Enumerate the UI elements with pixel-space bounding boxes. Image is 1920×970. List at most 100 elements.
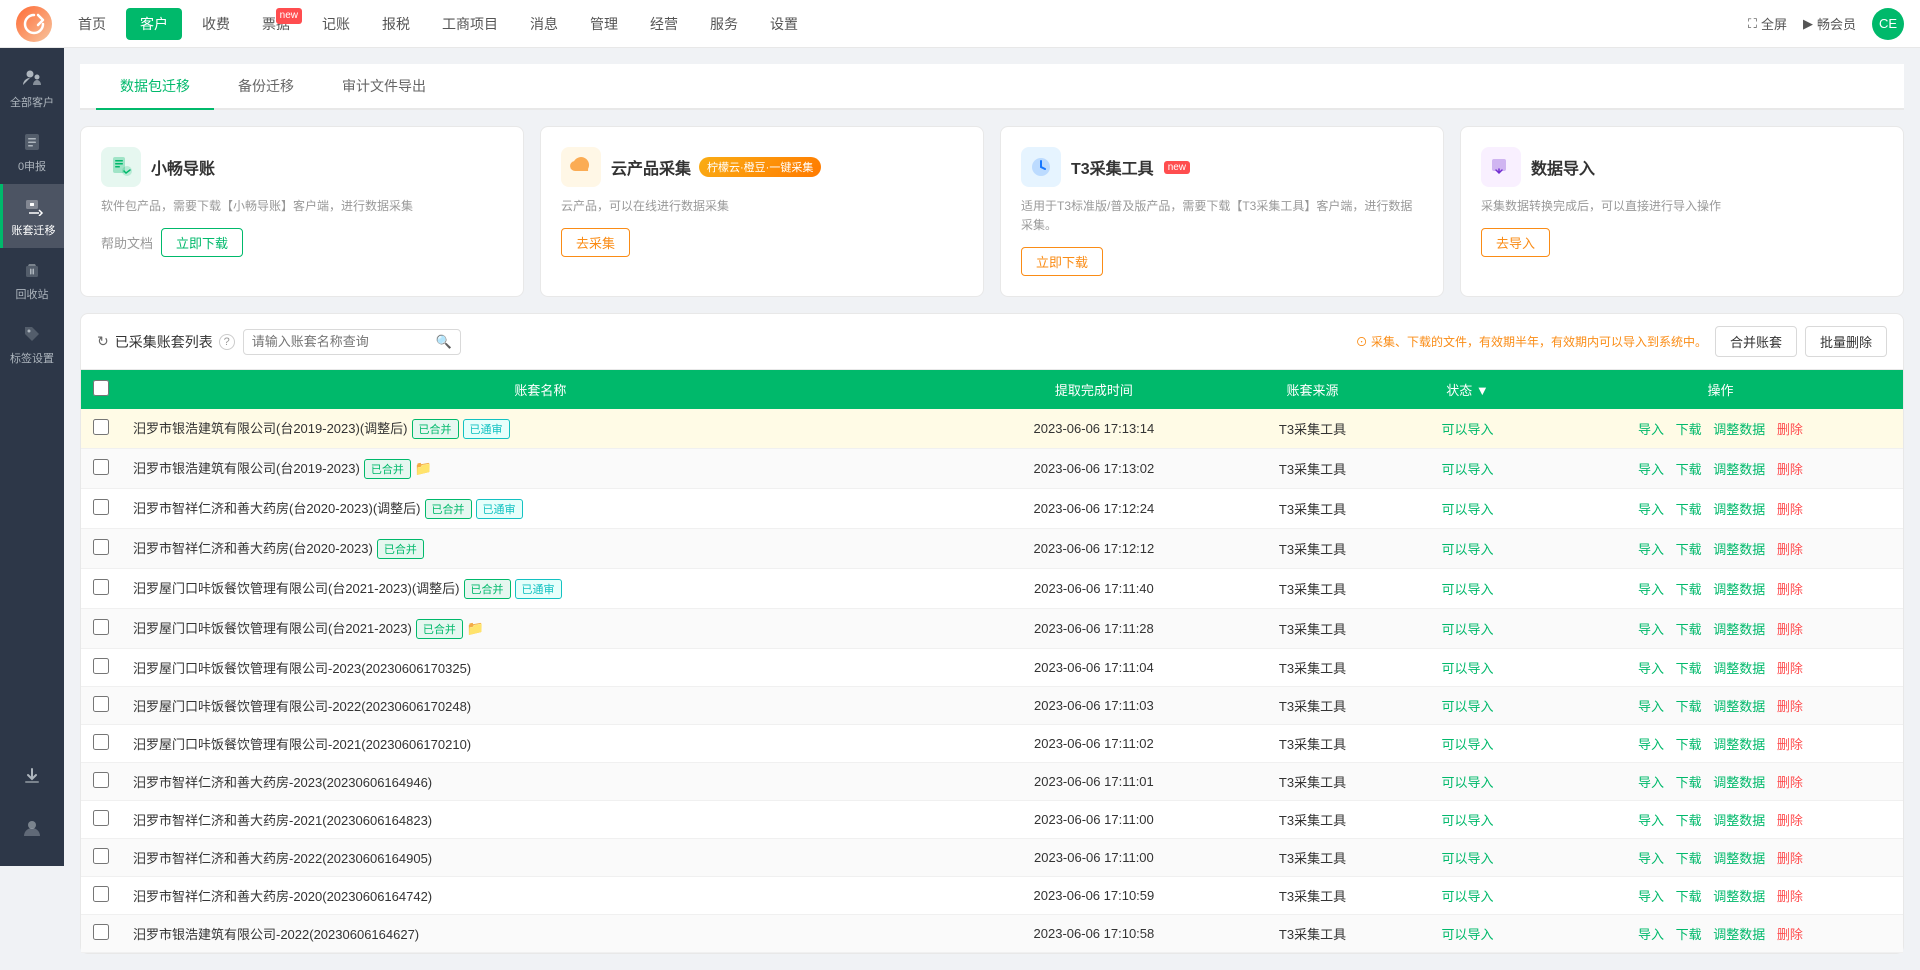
delete-link[interactable]: 删除 <box>1777 699 1803 714</box>
download-link[interactable]: 下载 <box>1676 737 1702 752</box>
download-link[interactable]: 下载 <box>1676 622 1702 637</box>
delete-link[interactable]: 删除 <box>1777 737 1803 752</box>
import-link[interactable]: 导入 <box>1638 699 1664 714</box>
adjust-data-link[interactable]: 调整数据 <box>1713 737 1765 752</box>
download-link[interactable]: 下载 <box>1676 542 1702 557</box>
nav-message[interactable]: 消息 <box>516 0 572 48</box>
delete-link[interactable]: 删除 <box>1777 851 1803 866</box>
delete-link[interactable]: 删除 <box>1777 542 1803 557</box>
select-all-checkbox[interactable] <box>93 380 109 396</box>
download-link[interactable]: 下载 <box>1676 699 1702 714</box>
import-link[interactable]: 导入 <box>1638 622 1664 637</box>
nav-bizproject[interactable]: 工商项目 <box>428 0 512 48</box>
download-link[interactable]: 下载 <box>1676 661 1702 676</box>
sidebar-download[interactable] <box>16 754 48 798</box>
row-checkbox[interactable] <box>93 848 109 864</box>
user-avatar[interactable]: CE <box>1872 8 1904 40</box>
download-link[interactable]: 下载 <box>1676 462 1702 477</box>
merge-button[interactable]: 合并账套 <box>1715 326 1797 357</box>
import-link[interactable]: 导入 <box>1638 737 1664 752</box>
adjust-data-link[interactable]: 调整数据 <box>1713 422 1765 437</box>
tab-data-migration[interactable]: 数据包迁移 <box>96 64 214 110</box>
row-checkbox[interactable] <box>93 459 109 475</box>
row-checkbox[interactable] <box>93 696 109 712</box>
import-link[interactable]: 导入 <box>1638 927 1664 942</box>
adjust-data-link[interactable]: 调整数据 <box>1713 851 1765 866</box>
row-checkbox[interactable] <box>93 810 109 826</box>
import-link[interactable]: 导入 <box>1638 851 1664 866</box>
row-checkbox[interactable] <box>93 772 109 788</box>
t3-download-btn[interactable]: 立即下载 <box>1021 247 1103 276</box>
row-checkbox[interactable] <box>93 734 109 750</box>
adjust-data-link[interactable]: 调整数据 <box>1713 661 1765 676</box>
delete-link[interactable]: 删除 <box>1777 889 1803 904</box>
delete-link[interactable]: 删除 <box>1777 775 1803 790</box>
sidebar-item-recycle[interactable]: 回收站 <box>0 248 64 312</box>
member-button[interactable]: ▶ 畅会员 <box>1803 14 1856 33</box>
delete-link[interactable]: 删除 <box>1777 927 1803 942</box>
go-collect-btn[interactable]: 去采集 <box>561 228 630 257</box>
sidebar-item-tag-settings[interactable]: 标签设置 <box>0 312 64 376</box>
import-link[interactable]: 导入 <box>1638 422 1664 437</box>
row-checkbox[interactable] <box>93 419 109 435</box>
nav-settings[interactable]: 设置 <box>756 0 812 48</box>
fullscreen-button[interactable]: ⛶ 全屏 <box>1748 14 1787 33</box>
nav-account[interactable]: 记账 <box>308 0 364 48</box>
help-doc-link[interactable]: 帮助文档 <box>101 233 153 252</box>
adjust-data-link[interactable]: 调整数据 <box>1713 889 1765 904</box>
nav-home[interactable]: 首页 <box>64 0 120 48</box>
nav-tax[interactable]: 报税 <box>368 0 424 48</box>
tab-backup-migration[interactable]: 备份迁移 <box>214 64 318 110</box>
import-link[interactable]: 导入 <box>1638 813 1664 828</box>
import-link[interactable]: 导入 <box>1638 775 1664 790</box>
bulk-delete-button[interactable]: 批量删除 <box>1805 326 1887 357</box>
adjust-data-link[interactable]: 调整数据 <box>1713 927 1765 942</box>
nav-service[interactable]: 服务 <box>696 0 752 48</box>
tab-audit-export[interactable]: 审计文件导出 <box>318 64 450 110</box>
search-box[interactable]: 🔍 <box>243 329 461 355</box>
download-link[interactable]: 下载 <box>1676 927 1702 942</box>
refresh-icon[interactable]: ↻ <box>97 333 109 350</box>
delete-link[interactable]: 删除 <box>1777 422 1803 437</box>
adjust-data-link[interactable]: 调整数据 <box>1713 462 1765 477</box>
go-import-btn[interactable]: 去导入 <box>1481 228 1550 257</box>
delete-link[interactable]: 删除 <box>1777 622 1803 637</box>
row-checkbox[interactable] <box>93 658 109 674</box>
adjust-data-link[interactable]: 调整数据 <box>1713 582 1765 597</box>
nav-customer[interactable]: 客户 <box>126 8 182 40</box>
search-input[interactable] <box>252 334 432 349</box>
adjust-data-link[interactable]: 调整数据 <box>1713 813 1765 828</box>
download-link[interactable]: 下载 <box>1676 889 1702 904</box>
adjust-data-link[interactable]: 调整数据 <box>1713 502 1765 517</box>
download-link[interactable]: 下载 <box>1676 582 1702 597</box>
row-checkbox[interactable] <box>93 619 109 635</box>
adjust-data-link[interactable]: 调整数据 <box>1713 699 1765 714</box>
help-icon[interactable]: ? <box>219 334 235 350</box>
import-link[interactable]: 导入 <box>1638 661 1664 676</box>
row-checkbox[interactable] <box>93 499 109 515</box>
import-link[interactable]: 导入 <box>1638 542 1664 557</box>
row-checkbox[interactable] <box>93 579 109 595</box>
adjust-data-link[interactable]: 调整数据 <box>1713 775 1765 790</box>
row-checkbox[interactable] <box>93 924 109 940</box>
import-link[interactable]: 导入 <box>1638 462 1664 477</box>
delete-link[interactable]: 删除 <box>1777 502 1803 517</box>
sidebar-user[interactable] <box>16 806 48 850</box>
row-checkbox[interactable] <box>93 886 109 902</box>
import-link[interactable]: 导入 <box>1638 889 1664 904</box>
download-link[interactable]: 下载 <box>1676 851 1702 866</box>
delete-link[interactable]: 删除 <box>1777 462 1803 477</box>
nav-manage[interactable]: 管理 <box>576 0 632 48</box>
download-link[interactable]: 下载 <box>1676 813 1702 828</box>
sidebar-item-account-migration[interactable]: 账套迁移 <box>0 184 64 248</box>
nav-operation[interactable]: 经营 <box>636 0 692 48</box>
download-link[interactable]: 下载 <box>1676 502 1702 517</box>
download-link[interactable]: 下载 <box>1676 422 1702 437</box>
delete-link[interactable]: 删除 <box>1777 582 1803 597</box>
sidebar-item-declaration[interactable]: 0申报 <box>0 120 64 184</box>
search-icon[interactable]: 🔍 <box>436 334 452 350</box>
import-link[interactable]: 导入 <box>1638 502 1664 517</box>
nav-charge[interactable]: 收费 <box>188 0 244 48</box>
download-now-btn[interactable]: 立即下载 <box>161 228 243 257</box>
row-checkbox[interactable] <box>93 539 109 555</box>
